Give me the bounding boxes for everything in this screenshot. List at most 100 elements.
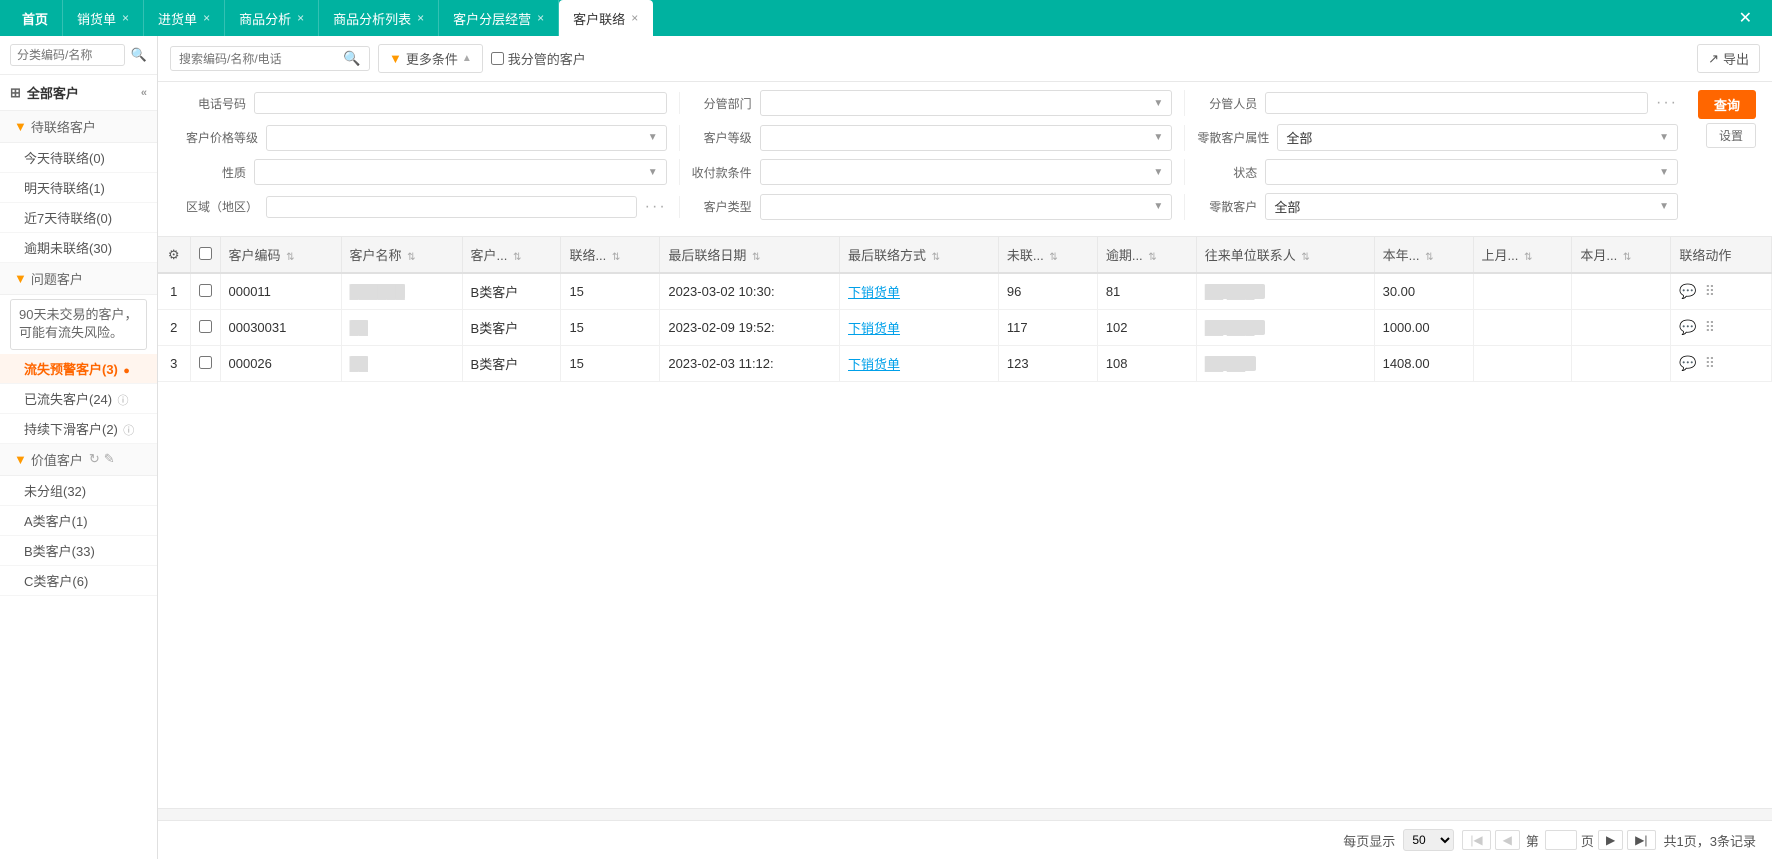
- tab-customer-contact-close[interactable]: ×: [631, 11, 638, 25]
- my-customers-checkbox-label[interactable]: 我分管的客户: [491, 49, 586, 68]
- th-no-contact[interactable]: 未联... ⇅: [998, 237, 1097, 273]
- th-code[interactable]: 客户编码 ⇅: [220, 237, 341, 273]
- th-this-month[interactable]: 本月... ⇅: [1572, 237, 1671, 273]
- filter-nature-select[interactable]: ▼: [254, 159, 667, 185]
- more-icon[interactable]: ⠿: [1705, 283, 1715, 300]
- tab-customer-segment-close[interactable]: ×: [537, 11, 544, 25]
- sidebar-item-tomorrow[interactable]: 明天待联络(1): [0, 173, 157, 203]
- sidebar-search-input[interactable]: [10, 44, 125, 66]
- settings-button[interactable]: 设置: [1706, 123, 1756, 148]
- tab-home[interactable]: 首页: [8, 0, 63, 36]
- sidebar-all-customers[interactable]: ⊞ 全部客户 «: [0, 75, 157, 111]
- payment-dropdown-icon: ▼: [1153, 167, 1163, 178]
- tab-sales[interactable]: 销货单 ×: [63, 0, 144, 36]
- sidebar-item-overdue-contact[interactable]: 逾期未联络(30): [0, 233, 157, 263]
- row-checkbox-cell[interactable]: [190, 310, 220, 346]
- filter-dept-select[interactable]: ▼: [760, 90, 1173, 116]
- per-page-select[interactable]: 50 100 200: [1403, 829, 1454, 851]
- filter-retail-customer-select[interactable]: 全部 ▼: [1265, 193, 1678, 220]
- th-last-month[interactable]: 上月... ⇅: [1473, 237, 1572, 273]
- row-checkbox-cell[interactable]: [190, 346, 220, 382]
- more-icon[interactable]: ⠿: [1705, 319, 1715, 336]
- tab-purchase[interactable]: 进货单 ×: [144, 0, 225, 36]
- sidebar-item-churned[interactable]: 已流失客户(24) ⓘ: [0, 384, 157, 414]
- row-checkbox[interactable]: [199, 320, 212, 333]
- my-customers-checkbox[interactable]: [491, 52, 504, 65]
- filter-dept-label: 分管部门: [692, 95, 752, 112]
- tab-analysis-list[interactable]: 商品分析列表 ×: [319, 0, 439, 36]
- row-checkbox[interactable]: [199, 356, 212, 369]
- th-name[interactable]: 客户名称 ⇅: [341, 237, 462, 273]
- first-page-btn[interactable]: |◀: [1462, 830, 1490, 850]
- row-checkbox-cell[interactable]: [190, 273, 220, 310]
- filter-payment-select[interactable]: ▼: [760, 159, 1173, 185]
- current-page-input[interactable]: 1: [1545, 830, 1577, 850]
- sidebar-group-pending[interactable]: ▼ 待联络客户: [0, 111, 157, 143]
- row-last-method[interactable]: 下销货单: [840, 346, 999, 382]
- next-page-btn[interactable]: ▶: [1598, 830, 1623, 850]
- last-page-btn[interactable]: ▶|: [1627, 830, 1655, 850]
- tab-purchase-close[interactable]: ×: [203, 11, 210, 25]
- tab-analysis-close[interactable]: ×: [297, 11, 304, 25]
- filter-phone-input[interactable]: [254, 92, 667, 114]
- sidebar-item-today[interactable]: 今天待联络(0): [0, 143, 157, 173]
- filter-customer-type-select[interactable]: ▼: [760, 194, 1173, 220]
- sidebar-item-7days[interactable]: 近7天待联络(0): [0, 203, 157, 233]
- last-method-link[interactable]: 下销货单: [848, 357, 900, 372]
- sidebar-group-problem-label: 问题客户: [31, 269, 83, 288]
- filter-customer-level-select[interactable]: ▼: [760, 125, 1173, 151]
- chat-icon[interactable]: 💬: [1679, 283, 1696, 300]
- search-input[interactable]: [179, 52, 339, 66]
- filter-manager-dots[interactable]: ···: [1656, 94, 1678, 112]
- tab-analysis-list-close[interactable]: ×: [417, 11, 424, 25]
- edit-icon[interactable]: ✎: [104, 451, 115, 467]
- sort-icon-last-method: ⇅: [932, 252, 940, 263]
- th-contact[interactable]: 联络... ⇅: [561, 237, 660, 273]
- th-type[interactable]: 客户... ⇅: [462, 237, 561, 273]
- sidebar-item-class-b[interactable]: B类客户(33): [0, 536, 157, 566]
- chat-icon[interactable]: 💬: [1679, 319, 1696, 336]
- th-last-date[interactable]: 最后联络日期 ⇅: [660, 237, 840, 273]
- last-method-link[interactable]: 下销货单: [848, 285, 900, 300]
- collapse-icon[interactable]: «: [141, 87, 147, 99]
- select-all-checkbox[interactable]: [199, 247, 212, 260]
- filter-status-select[interactable]: ▼: [1265, 159, 1678, 185]
- tab-sales-close[interactable]: ×: [122, 11, 129, 25]
- prev-page-btn[interactable]: ◀: [1495, 830, 1520, 850]
- th-this-year[interactable]: 本年... ⇅: [1374, 237, 1473, 273]
- tab-analysis[interactable]: 商品分析 ×: [225, 0, 319, 36]
- th-last-method[interactable]: 最后联络方式 ⇅: [840, 237, 999, 273]
- sidebar-group-problem[interactable]: ▼ 问题客户: [0, 263, 157, 295]
- filter-region-dots[interactable]: ···: [645, 198, 667, 216]
- horizontal-scrollbar[interactable]: [158, 808, 1772, 820]
- more-icon[interactable]: ⠿: [1705, 355, 1715, 372]
- row-checkbox[interactable]: [199, 284, 212, 297]
- tab-customer-contact[interactable]: 客户联络 ×: [559, 0, 653, 36]
- sidebar-item-churn-warning[interactable]: 流失预警客户(3) ●: [0, 354, 157, 384]
- th-checkbox[interactable]: [190, 237, 220, 273]
- tab-customer-segment[interactable]: 客户分层经营 ×: [439, 0, 559, 36]
- sidebar-item-declining[interactable]: 持续下滑客户(2) ⓘ: [0, 414, 157, 444]
- th-gear[interactable]: ⚙: [158, 237, 190, 273]
- sidebar-item-class-c[interactable]: C类客户(6): [0, 566, 157, 596]
- export-btn[interactable]: ↗ 导出: [1697, 44, 1760, 73]
- more-conditions-btn[interactable]: ▼ 更多条件 ▲: [378, 44, 483, 73]
- th-contact-person[interactable]: 往来单位联系人 ⇅: [1196, 237, 1374, 273]
- last-method-link[interactable]: 下销货单: [848, 321, 900, 336]
- sidebar-item-ungrouped[interactable]: 未分组(32): [0, 476, 157, 506]
- sidebar-group-value[interactable]: ▼ 价值客户 ↻ ✎: [0, 444, 157, 476]
- filter-manager-input[interactable]: [1265, 92, 1648, 114]
- th-overdue[interactable]: 逾期... ⇅: [1097, 237, 1196, 273]
- sidebar-item-class-a[interactable]: A类客户(1): [0, 506, 157, 536]
- query-button[interactable]: 查询: [1698, 90, 1756, 119]
- row-last-method[interactable]: 下销货单: [840, 310, 999, 346]
- filter-retail-attr-select[interactable]: 全部 ▼: [1277, 124, 1678, 151]
- gear-icon[interactable]: ⚙: [168, 247, 180, 262]
- window-close-button[interactable]: ✕: [1727, 8, 1764, 28]
- filter-region-input[interactable]: [266, 196, 637, 218]
- filter-price-level-select[interactable]: ▼: [266, 125, 667, 151]
- arrow-icon: ▼: [14, 119, 27, 134]
- row-last-method[interactable]: 下销货单: [840, 273, 999, 310]
- chat-icon[interactable]: 💬: [1679, 355, 1696, 372]
- refresh-icon[interactable]: ↻: [89, 451, 100, 467]
